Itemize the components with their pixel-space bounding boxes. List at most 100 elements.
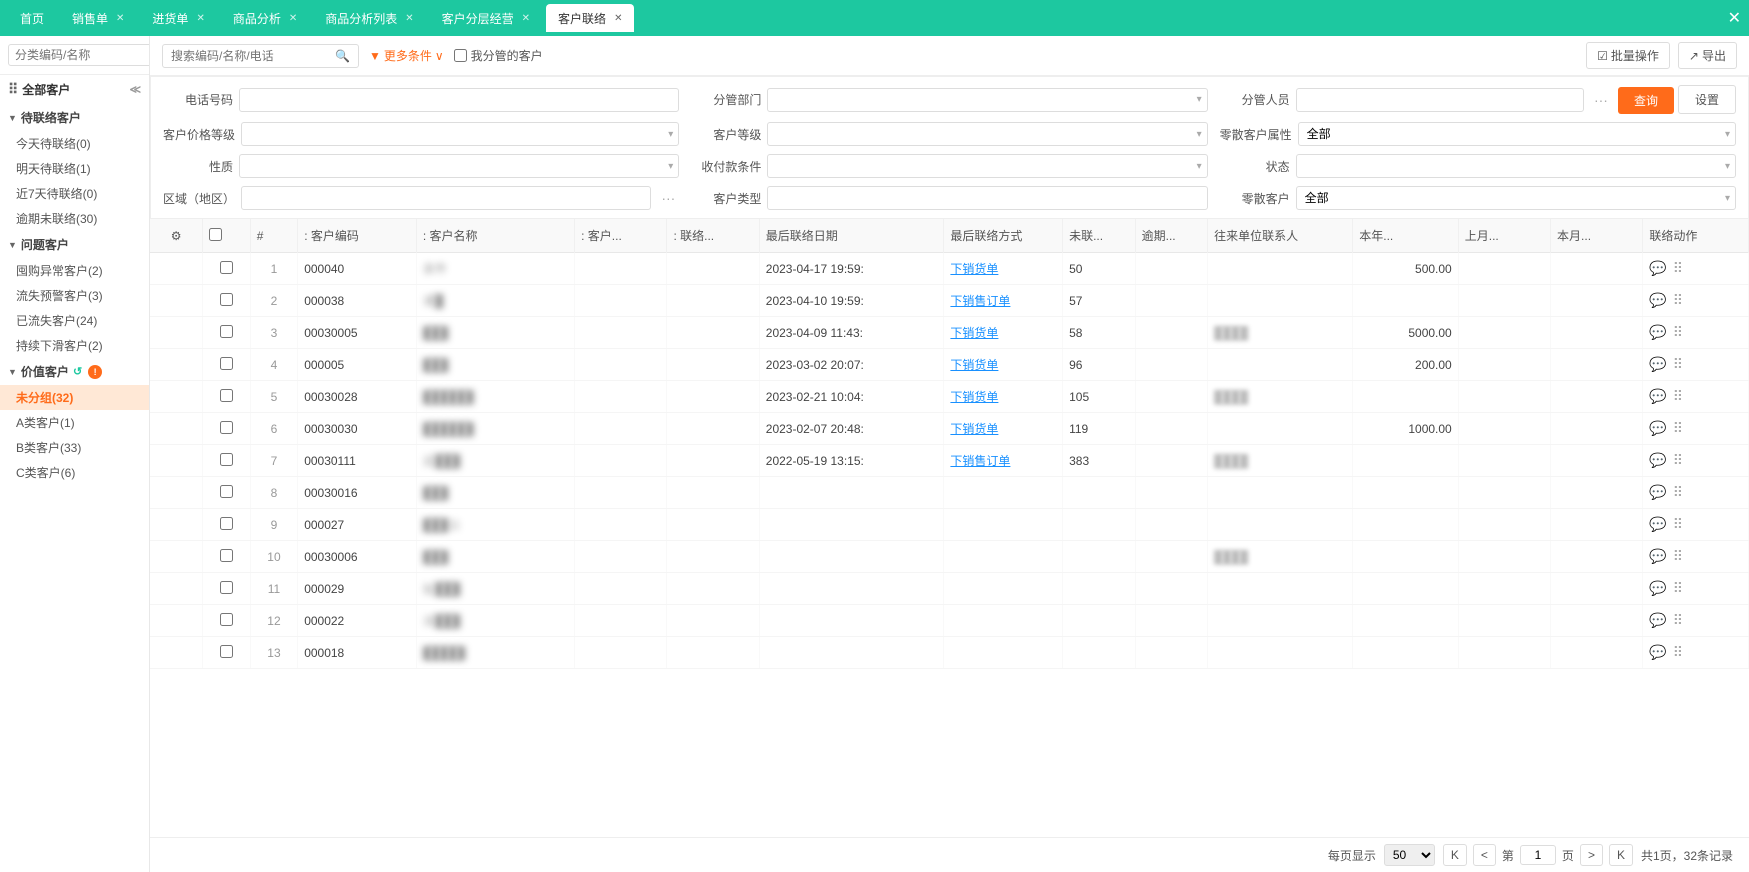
col-action[interactable]: 联络动作	[1643, 219, 1749, 253]
row-action-cell[interactable]: 💬 ⠿	[1643, 253, 1749, 285]
sidebar-group-value[interactable]: ▼ 价值客户 ↺ !	[0, 358, 149, 385]
row-way-cell[interactable]: 下销售订单	[944, 285, 1063, 317]
row-way-cell[interactable]: 下销货单	[944, 413, 1063, 445]
col-check[interactable]	[203, 219, 250, 253]
row-action-cell[interactable]: 💬 ⠿	[1643, 349, 1749, 381]
row-checkbox[interactable]	[220, 485, 233, 498]
close-tab-product-analysis[interactable]: ✕	[289, 13, 297, 24]
next-page-btn[interactable]: >	[1580, 844, 1603, 866]
close-tab-purchase[interactable]: ✕	[196, 13, 204, 24]
more-action-icon[interactable]: ⠿	[1673, 356, 1683, 373]
more-action-icon[interactable]: ⠿	[1673, 548, 1683, 565]
more-action-icon[interactable]: ⠿	[1673, 292, 1683, 309]
sidebar-all-customers[interactable]: ⠿ 全部客户 ≪	[0, 75, 149, 104]
row-action-cell[interactable]: 💬 ⠿	[1643, 317, 1749, 349]
contact-icon[interactable]: 💬	[1649, 324, 1666, 341]
more-action-icon[interactable]: ⠿	[1673, 580, 1683, 597]
row-action-cell[interactable]: 💬 ⠿	[1643, 477, 1749, 509]
more-action-icon[interactable]: ⠿	[1673, 388, 1683, 405]
row-check-cell[interactable]	[203, 381, 250, 413]
more-action-icon[interactable]: ⠿	[1673, 420, 1683, 437]
export-button[interactable]: ↗ 导出	[1678, 42, 1737, 69]
row-action-cell[interactable]: 💬 ⠿	[1643, 413, 1749, 445]
col-contact[interactable]: : 联络...	[667, 219, 759, 253]
sidebar-item-declining[interactable]: 持续下滑客户(2)	[0, 333, 149, 358]
col-settings[interactable]: ⚙	[150, 219, 203, 253]
row-way-cell[interactable]	[944, 509, 1063, 541]
more-action-icon[interactable]: ⠿	[1673, 452, 1683, 469]
row-way-cell[interactable]	[944, 573, 1063, 605]
contact-way-link[interactable]: 下销货单	[950, 262, 998, 276]
contact-way-link[interactable]: 下销货单	[950, 326, 998, 340]
region-input[interactable]	[241, 186, 651, 210]
region-more-btn[interactable]: ···	[657, 190, 679, 206]
col-code[interactable]: : 客户编码	[298, 219, 417, 253]
col-this-year[interactable]: 本年...	[1353, 219, 1459, 253]
more-action-icon[interactable]: ⠿	[1673, 516, 1683, 533]
contact-way-link[interactable]: 下销货单	[950, 358, 998, 372]
reset-button[interactable]: 设置	[1678, 85, 1736, 114]
row-check-cell[interactable]	[203, 541, 250, 573]
row-way-cell[interactable]	[944, 477, 1063, 509]
tab-sales[interactable]: 销售单 ✕	[60, 4, 136, 32]
row-action-cell[interactable]: 💬 ⠿	[1643, 541, 1749, 573]
close-tab-customer-contact[interactable]: ✕	[614, 13, 622, 24]
row-checkbox[interactable]	[220, 325, 233, 338]
row-checkbox[interactable]	[220, 357, 233, 370]
per-page-select[interactable]: 50 100	[1384, 844, 1435, 866]
search-input[interactable]	[171, 49, 331, 63]
tab-home[interactable]: 首页	[8, 4, 56, 32]
row-checkbox[interactable]	[220, 421, 233, 434]
row-check-cell[interactable]	[203, 637, 250, 669]
tab-product-analysis-list[interactable]: 商品分析列表 ✕	[313, 4, 425, 32]
col-no-contact[interactable]: 未联...	[1063, 219, 1136, 253]
sidebar-item-class-b[interactable]: B类客户(33)	[0, 435, 149, 460]
row-checkbox[interactable]	[220, 549, 233, 562]
row-checkbox[interactable]	[220, 613, 233, 626]
sidebar-group-pending[interactable]: ▼ 待联络客户	[0, 104, 149, 131]
row-check-cell[interactable]	[203, 349, 250, 381]
row-check-cell[interactable]	[203, 285, 250, 317]
nature-select[interactable]	[239, 154, 679, 178]
sidebar-search-input[interactable]	[8, 44, 150, 66]
contact-icon[interactable]: 💬	[1649, 260, 1666, 277]
row-checkbox[interactable]	[220, 261, 233, 274]
retail-attr-select[interactable]: 全部	[1298, 122, 1736, 146]
col-this-month[interactable]: 本月...	[1551, 219, 1643, 253]
first-page-btn[interactable]: K	[1443, 844, 1467, 866]
contact-way-link[interactable]: 下销货单	[950, 390, 998, 404]
col-type[interactable]: : 客户...	[575, 219, 667, 253]
col-overdue[interactable]: 逾期...	[1135, 219, 1208, 253]
last-page-btn[interactable]: K	[1609, 844, 1633, 866]
contact-icon[interactable]: 💬	[1649, 612, 1666, 629]
contact-icon[interactable]: 💬	[1649, 644, 1666, 661]
contact-way-link[interactable]: 下销货单	[950, 422, 998, 436]
sidebar-item-hoarding[interactable]: 囤购异常客户(2)	[0, 258, 149, 283]
sidebar-item-today[interactable]: 今天待联络(0)	[0, 131, 149, 156]
cust-level-select[interactable]	[767, 122, 1207, 146]
row-action-cell[interactable]: 💬 ⠿	[1643, 637, 1749, 669]
tab-customer-segment[interactable]: 客户分层经营 ✕	[430, 4, 542, 32]
manager-input[interactable]	[1296, 88, 1584, 112]
contact-icon[interactable]: 💬	[1649, 388, 1666, 405]
contact-way-link[interactable]: 下销售订单	[950, 454, 1010, 468]
contact-icon[interactable]: 💬	[1649, 356, 1666, 373]
close-tab-customer-segment[interactable]: ✕	[522, 13, 530, 24]
search-icon[interactable]: 🔍	[335, 49, 350, 63]
more-action-icon[interactable]: ⠿	[1673, 644, 1683, 661]
row-action-cell[interactable]: 💬 ⠿	[1643, 573, 1749, 605]
more-action-icon[interactable]: ⠿	[1673, 324, 1683, 341]
more-action-icon[interactable]: ⠿	[1673, 612, 1683, 629]
contact-icon[interactable]: 💬	[1649, 548, 1666, 565]
retail-cust-select[interactable]: 全部	[1296, 186, 1736, 210]
contact-way-link[interactable]: 下销售订单	[950, 294, 1010, 308]
row-action-cell[interactable]: 💬 ⠿	[1643, 381, 1749, 413]
row-way-cell[interactable]	[944, 605, 1063, 637]
more-conditions-btn[interactable]: ▼ 更多条件 ∨	[369, 47, 444, 64]
status-select[interactable]	[1296, 154, 1736, 178]
row-action-cell[interactable]: 💬 ⠿	[1643, 285, 1749, 317]
tab-customer-contact[interactable]: 客户联络 ✕	[546, 4, 634, 32]
contact-icon[interactable]: 💬	[1649, 292, 1666, 309]
batch-ops-button[interactable]: ☑ 批量操作	[1586, 42, 1670, 69]
close-tab-product-analysis-list[interactable]: ✕	[405, 13, 413, 24]
